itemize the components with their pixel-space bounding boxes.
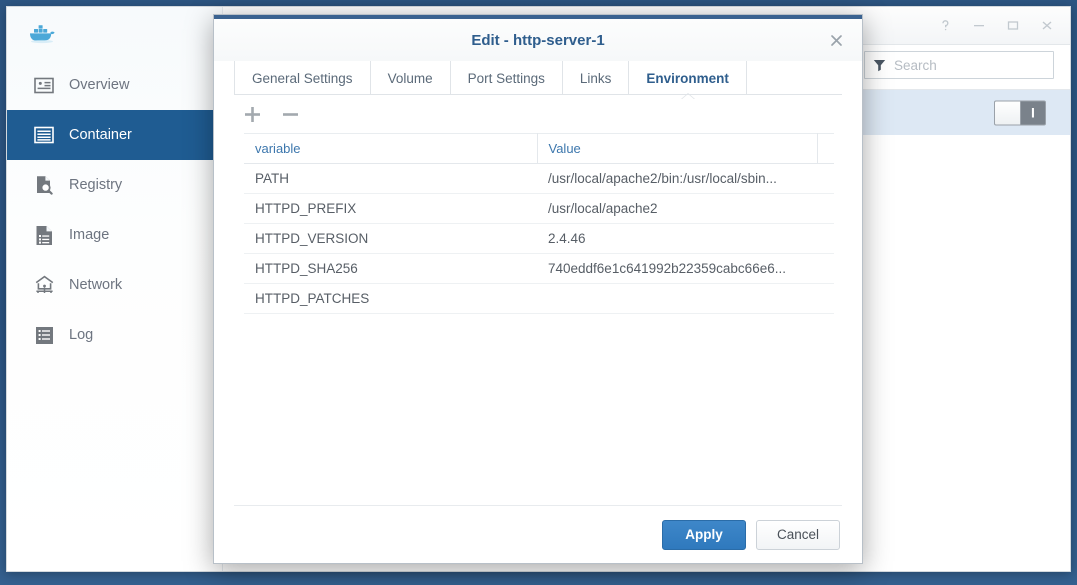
tab-volume[interactable]: Volume: [371, 61, 451, 95]
cell-value: 2.4.46: [537, 223, 817, 254]
environment-variables-table: variable Value PATH /usr/local/apache2/b…: [244, 133, 834, 314]
maximize-button[interactable]: [998, 13, 1028, 37]
cell-extra: [817, 223, 834, 254]
dialog-header: Edit - http-server-1: [214, 19, 862, 61]
cell-value: [537, 283, 817, 314]
sidebar-item-label: Image: [69, 227, 110, 243]
tab-port-settings[interactable]: Port Settings: [451, 61, 563, 95]
table-row[interactable]: PATH /usr/local/apache2/bin:/usr/local/s…: [244, 163, 834, 194]
cell-value: /usr/local/apache2/bin:/usr/local/sbin..…: [537, 163, 817, 194]
sidebar-item-label: Overview: [69, 77, 130, 93]
container-power-toggle[interactable]: I: [994, 100, 1046, 125]
window-controls: [930, 13, 1062, 37]
dialog-body: variable Value PATH /usr/local/apache2/b…: [214, 95, 862, 505]
table-row[interactable]: HTTPD_PATCHES: [244, 283, 834, 314]
edit-container-dialog: Edit - http-server-1 General Settings Vo…: [213, 14, 863, 564]
search-placeholder: Search: [894, 57, 937, 73]
sidebar-item-overview[interactable]: Overview: [7, 60, 222, 110]
filter-funnel-icon: [873, 59, 886, 72]
id-card-icon: [33, 74, 55, 96]
cell-variable: HTTPD_PATCHES: [244, 283, 537, 314]
env-table-toolbar: [234, 95, 842, 133]
sidebar-item-label: Registry: [69, 177, 123, 193]
tab-label: Environment: [646, 70, 729, 86]
table-header-row: variable Value: [244, 133, 834, 164]
sidebar-item-image[interactable]: Image: [7, 210, 222, 260]
registry-search-icon: [33, 174, 55, 196]
log-list-icon: [33, 324, 55, 346]
cell-extra: [817, 283, 834, 314]
column-header-extra[interactable]: [817, 133, 834, 164]
sidebar-item-label: Container: [69, 127, 132, 143]
cell-variable: PATH: [244, 163, 537, 194]
dialog-footer: Apply Cancel: [234, 505, 842, 563]
plus-icon[interactable]: [242, 104, 262, 124]
search-input[interactable]: Search: [864, 51, 1054, 79]
cell-value: /usr/local/apache2: [537, 193, 817, 224]
sidebar-item-container[interactable]: Container: [7, 110, 222, 160]
sidebar-item-registry[interactable]: Registry: [7, 160, 222, 210]
cell-extra: [817, 253, 834, 284]
help-button[interactable]: [930, 13, 960, 37]
tab-label: Port Settings: [467, 70, 545, 86]
dialog-title: Edit - http-server-1: [471, 31, 605, 49]
container-icon: [33, 124, 55, 146]
tab-links[interactable]: Links: [563, 61, 630, 95]
cell-variable: HTTPD_VERSION: [244, 223, 537, 254]
table-row[interactable]: HTTPD_PREFIX /usr/local/apache2: [244, 193, 834, 224]
cell-variable: HTTPD_PREFIX: [244, 193, 537, 224]
toggle-on-glyph: I: [1031, 104, 1035, 121]
sidebar-item-label: Log: [69, 327, 94, 343]
minimize-button[interactable]: [964, 13, 994, 37]
tab-label: Volume: [387, 70, 433, 86]
cell-extra: [817, 193, 834, 224]
tab-environment[interactable]: Environment: [629, 61, 747, 100]
cancel-button[interactable]: Cancel: [756, 519, 840, 550]
table-row[interactable]: HTTPD_SHA256 740eddf6e1c641992b22359cabc…: [244, 253, 834, 284]
column-header-variable[interactable]: variable: [244, 133, 538, 164]
table-row[interactable]: HTTPD_VERSION 2.4.46: [244, 223, 834, 254]
toggle-knob: [995, 101, 1021, 124]
close-button[interactable]: [1032, 13, 1062, 37]
cell-variable: HTTPD_SHA256: [244, 253, 537, 284]
network-home-icon: [33, 274, 55, 296]
image-document-icon: [33, 224, 55, 246]
apply-button[interactable]: Apply: [662, 519, 746, 550]
minus-icon[interactable]: [280, 104, 300, 124]
tab-label: General Settings: [252, 70, 353, 86]
tab-general-settings[interactable]: General Settings: [234, 61, 371, 95]
sidebar: Overview Container Registry Image Networ…: [7, 7, 223, 571]
tab-label: Links: [579, 70, 612, 86]
search-bar: Search: [864, 51, 1054, 79]
sidebar-item-network[interactable]: Network: [7, 260, 222, 310]
sidebar-nav-list: Overview Container Registry Image Networ…: [7, 60, 222, 360]
column-header-value[interactable]: Value: [537, 133, 818, 164]
docker-whale-logo: [25, 21, 59, 47]
sidebar-item-log[interactable]: Log: [7, 310, 222, 360]
cell-extra: [817, 163, 834, 194]
sidebar-item-label: Network: [69, 277, 123, 293]
close-icon[interactable]: [824, 28, 848, 52]
cell-value: 740eddf6e1c641992b22359cabc66e6...: [537, 253, 817, 284]
dialog-tab-strip: General Settings Volume Port Settings Li…: [214, 61, 862, 100]
